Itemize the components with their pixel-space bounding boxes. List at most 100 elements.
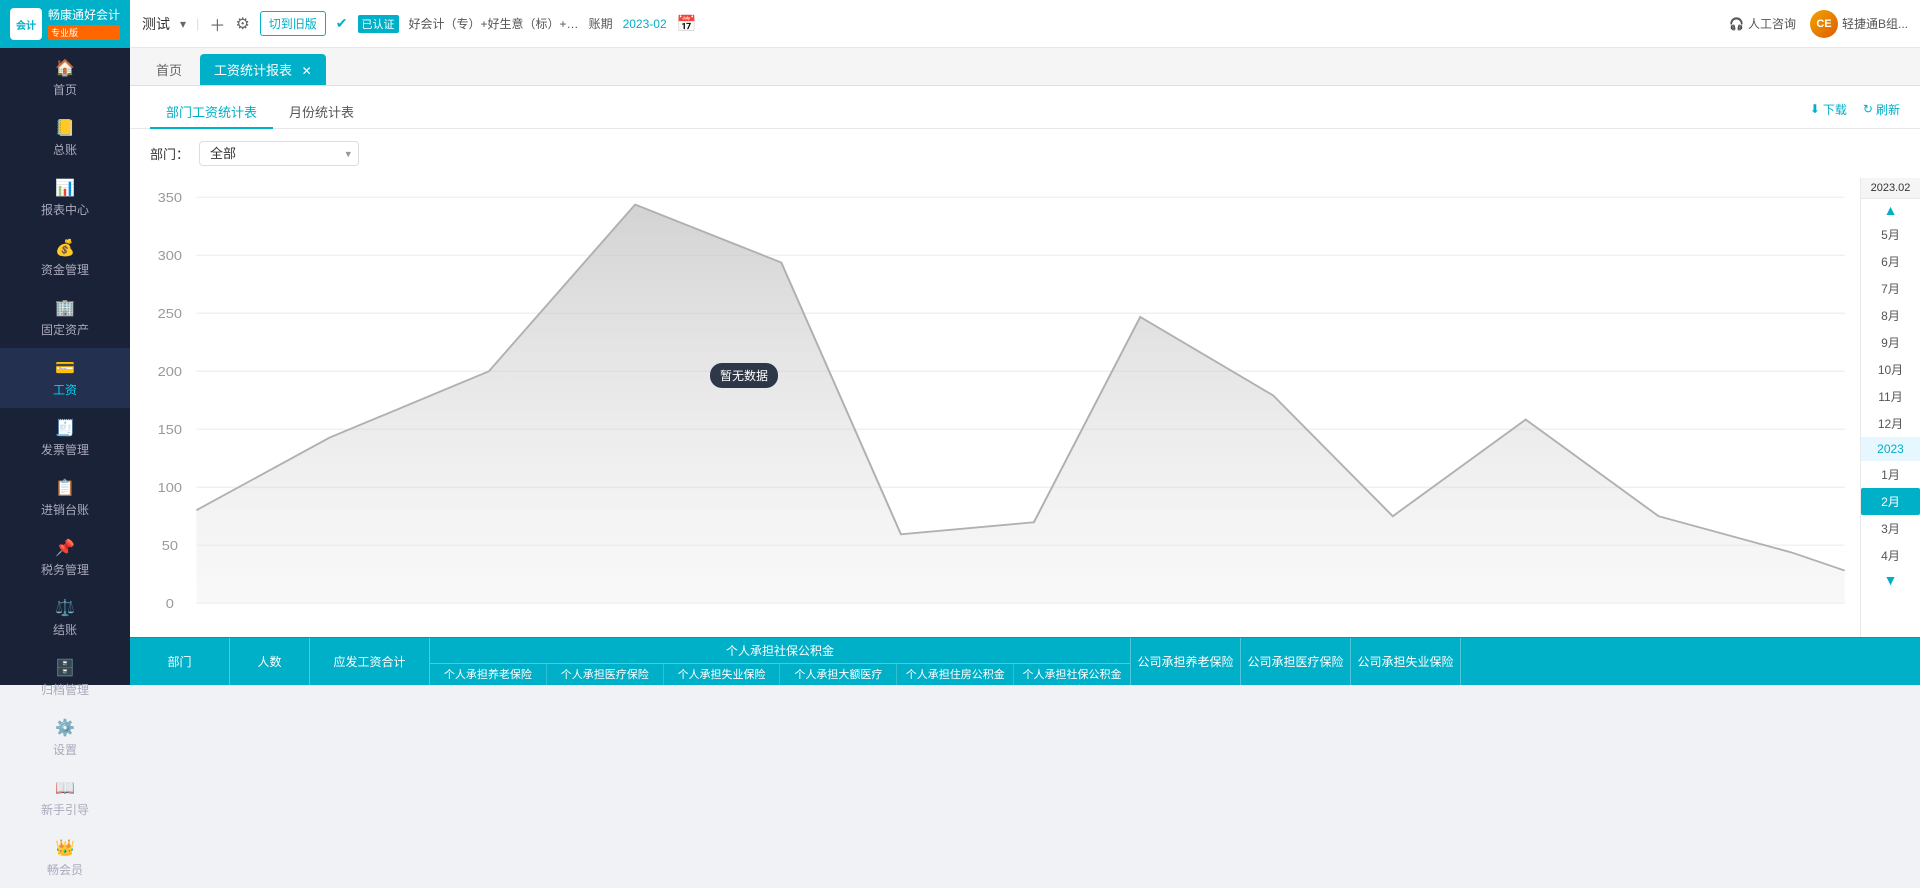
download-button[interactable]: ⬇ 下载 — [1810, 101, 1847, 118]
th-personal-major-medical: 个人承担大额医疗 — [780, 664, 897, 686]
sidebar-item-tax[interactable]: 📌 税务管理 — [0, 528, 130, 588]
sidebar-item-settle[interactable]: ⚖️ 结账 — [0, 588, 130, 648]
payroll-icon: 💳 — [55, 358, 75, 378]
sidebar-item-ledger[interactable]: 📒 总账 — [0, 108, 130, 168]
sidebar-item-archive[interactable]: 🗄️ 归档管理 — [0, 648, 130, 708]
date-panel-month-4[interactable]: 4月 — [1861, 542, 1920, 569]
logo-icon: 会计 — [10, 8, 42, 40]
dept-filter-wrapper: 全部 部门1 部门2 ▾ — [199, 141, 359, 166]
sidebar-item-invoice[interactable]: 🧾 发票管理 — [0, 408, 130, 468]
date-panel-down-arrow[interactable]: ▼ — [1881, 569, 1901, 591]
date-panel: 2023.02 ▲ 5月 6月 7月 8月 9月 10月 11月 12月 202… — [1860, 178, 1920, 637]
ledger-icon: 📒 — [55, 118, 75, 138]
archive-icon: 🗄️ — [55, 658, 75, 678]
th-headcount: 人数 — [230, 638, 310, 685]
date-panel-up-arrow[interactable]: ▲ — [1881, 199, 1901, 221]
avatar: CE — [1810, 10, 1838, 38]
home-icon: 🏠 — [55, 58, 75, 78]
th-personal-total: 个人承担社保公积金合计 — [1014, 664, 1130, 686]
topbar-dropdown-arrow[interactable]: ▾ — [180, 17, 186, 31]
sub-tab-actions: ⬇ 下载 ↻ 刷新 — [1810, 101, 1900, 124]
date-panel-month-3[interactable]: 3月 — [1861, 515, 1920, 542]
dept-filter-select[interactable]: 全部 部门1 部门2 — [199, 141, 359, 166]
table-header: 部门 人数 应发工资合计 个人承担社保公积金 个人承担养老保险 个人承担医疗保险… — [130, 637, 1920, 685]
add-button[interactable]: ＋ — [209, 12, 225, 36]
svg-text:0: 0 — [166, 596, 174, 611]
date-panel-month-5[interactable]: 5月 — [1861, 221, 1920, 248]
date-panel-month-1[interactable]: 1月 — [1861, 461, 1920, 488]
tab-home[interactable]: 首页 — [142, 54, 196, 85]
chart-container: 350 300 250 200 150 100 50 0 — [130, 178, 1920, 637]
user-menu[interactable]: CE 轻捷通B组... — [1810, 10, 1908, 38]
guide-icon: 📖 — [55, 778, 75, 798]
tab-payroll-report[interactable]: 工资统计报表 ✕ — [200, 54, 326, 85]
certified-badge: 已认证 — [358, 15, 399, 33]
sidebar-item-payroll[interactable]: 💳 工资 — [0, 348, 130, 408]
th-personal-unemployment: 个人承担失业保险 — [664, 664, 781, 686]
sidebar-logo: 会计 畅康通好会计 专业版 — [0, 0, 130, 48]
period-label: 账期 — [589, 15, 613, 32]
date-panel-year-2023[interactable]: 2023 — [1861, 437, 1920, 461]
reports-icon: 📊 — [55, 178, 75, 198]
main-area: 测试 ▾ | ＋ ⚙ 切到旧版 ✔ 已认证 好会计（专）+好生意（标）+… 账期… — [130, 0, 1920, 685]
svg-text:100: 100 — [158, 480, 183, 495]
sidebar-item-label: 新手引导 — [41, 801, 89, 818]
sidebar-item-guide[interactable]: 📖 新手引导 — [0, 768, 130, 828]
svg-text:250: 250 — [158, 306, 183, 321]
sub-tab-bar: 部门工资统计表 月份统计表 ⬇ 下载 ↻ 刷新 — [130, 86, 1920, 129]
date-panel-month-7[interactable]: 7月 — [1861, 275, 1920, 302]
date-panel-month-10[interactable]: 10月 — [1861, 356, 1920, 383]
sidebar-item-label: 发票管理 — [41, 441, 89, 458]
th-personal-pension: 个人承担养老保险 — [430, 664, 547, 686]
th-group-personal: 个人承担社保公积金 个人承担养老保险 个人承担医疗保险 个人承担失业保险 个人承… — [430, 638, 1131, 686]
th-company-pension: 公司承担养老保险 — [1131, 638, 1241, 685]
tab-bar: 首页 工资统计报表 ✕ — [130, 48, 1920, 86]
sidebar-item-member[interactable]: 👑 畅会员 — [0, 828, 130, 888]
date-panel-month-11[interactable]: 11月 — [1861, 383, 1920, 410]
sidebar-item-label: 设置 — [53, 741, 77, 758]
member-icon: 👑 — [55, 838, 75, 858]
date-panel-header: 2023.02 — [1861, 178, 1920, 199]
date-panel-month-2[interactable]: 2月 — [1861, 488, 1920, 515]
svg-text:350: 350 — [158, 190, 183, 205]
sidebar-item-sales[interactable]: 📋 进销台账 — [0, 468, 130, 528]
assets-icon: 🏢 — [55, 298, 75, 318]
certified-icon: ✔ — [336, 15, 348, 32]
settings-icon: ⚙️ — [55, 718, 75, 738]
sidebar-item-label: 工资 — [53, 381, 77, 398]
th-personal-housing-fund: 个人承担住房公积金 — [897, 664, 1014, 686]
svg-text:50: 50 — [162, 538, 179, 553]
sidebar-item-label: 税务管理 — [41, 561, 89, 578]
th-total-salary: 应发工资合计 — [310, 638, 430, 685]
date-panel-month-9[interactable]: 9月 — [1861, 329, 1920, 356]
th-group-personal-label: 个人承担社保公积金 — [430, 638, 1130, 664]
calendar-icon[interactable]: 📅 — [677, 14, 697, 34]
settings-gear-icon[interactable]: ⚙ — [235, 14, 249, 34]
sub-tab-monthly[interactable]: 月份统计表 — [273, 96, 370, 129]
sidebar-item-home[interactable]: 🏠 首页 — [0, 48, 130, 108]
th-company-medical: 公司承担医疗保险 — [1241, 638, 1351, 685]
th-personal-medical: 个人承担医疗保险 — [547, 664, 664, 686]
th-company-unemployment: 公司承担失业保险 — [1351, 638, 1461, 685]
sidebar-item-reports[interactable]: 📊 报表中心 — [0, 168, 130, 228]
sidebar-item-settings[interactable]: ⚙️ 设置 — [0, 708, 130, 768]
sidebar-item-assets[interactable]: 🏢 固定资产 — [0, 288, 130, 348]
invoice-icon: 🧾 — [55, 418, 75, 438]
refresh-button[interactable]: ↻ 刷新 — [1863, 101, 1900, 118]
th-dept: 部门 — [130, 638, 230, 685]
date-panel-month-12[interactable]: 12月 — [1861, 410, 1920, 437]
switch-version-button[interactable]: 切到旧版 — [260, 11, 326, 36]
date-panel-month-6[interactable]: 6月 — [1861, 248, 1920, 275]
topbar: 测试 ▾ | ＋ ⚙ 切到旧版 ✔ 已认证 好会计（专）+好生意（标）+… 账期… — [130, 0, 1920, 48]
headset-icon: 🎧 — [1729, 17, 1744, 31]
logo-badge: 专业版 — [48, 25, 120, 40]
sidebar: 会计 畅康通好会计 专业版 🏠 首页 📒 总账 📊 报表中心 💰 资金管理 🏢 … — [0, 0, 130, 685]
date-panel-month-8[interactable]: 8月 — [1861, 302, 1920, 329]
sub-tab-dept[interactable]: 部门工资统计表 — [150, 96, 273, 129]
funds-icon: 💰 — [55, 238, 75, 258]
ai-consult-button[interactable]: 🎧 人工咨询 — [1729, 15, 1796, 32]
tab-close-button[interactable]: ✕ — [302, 64, 312, 78]
sidebar-item-label: 总账 — [53, 141, 77, 158]
sidebar-item-funds[interactable]: 💰 资金管理 — [0, 228, 130, 288]
filter-bar: 部门： 全部 部门1 部门2 ▾ — [130, 129, 1920, 178]
